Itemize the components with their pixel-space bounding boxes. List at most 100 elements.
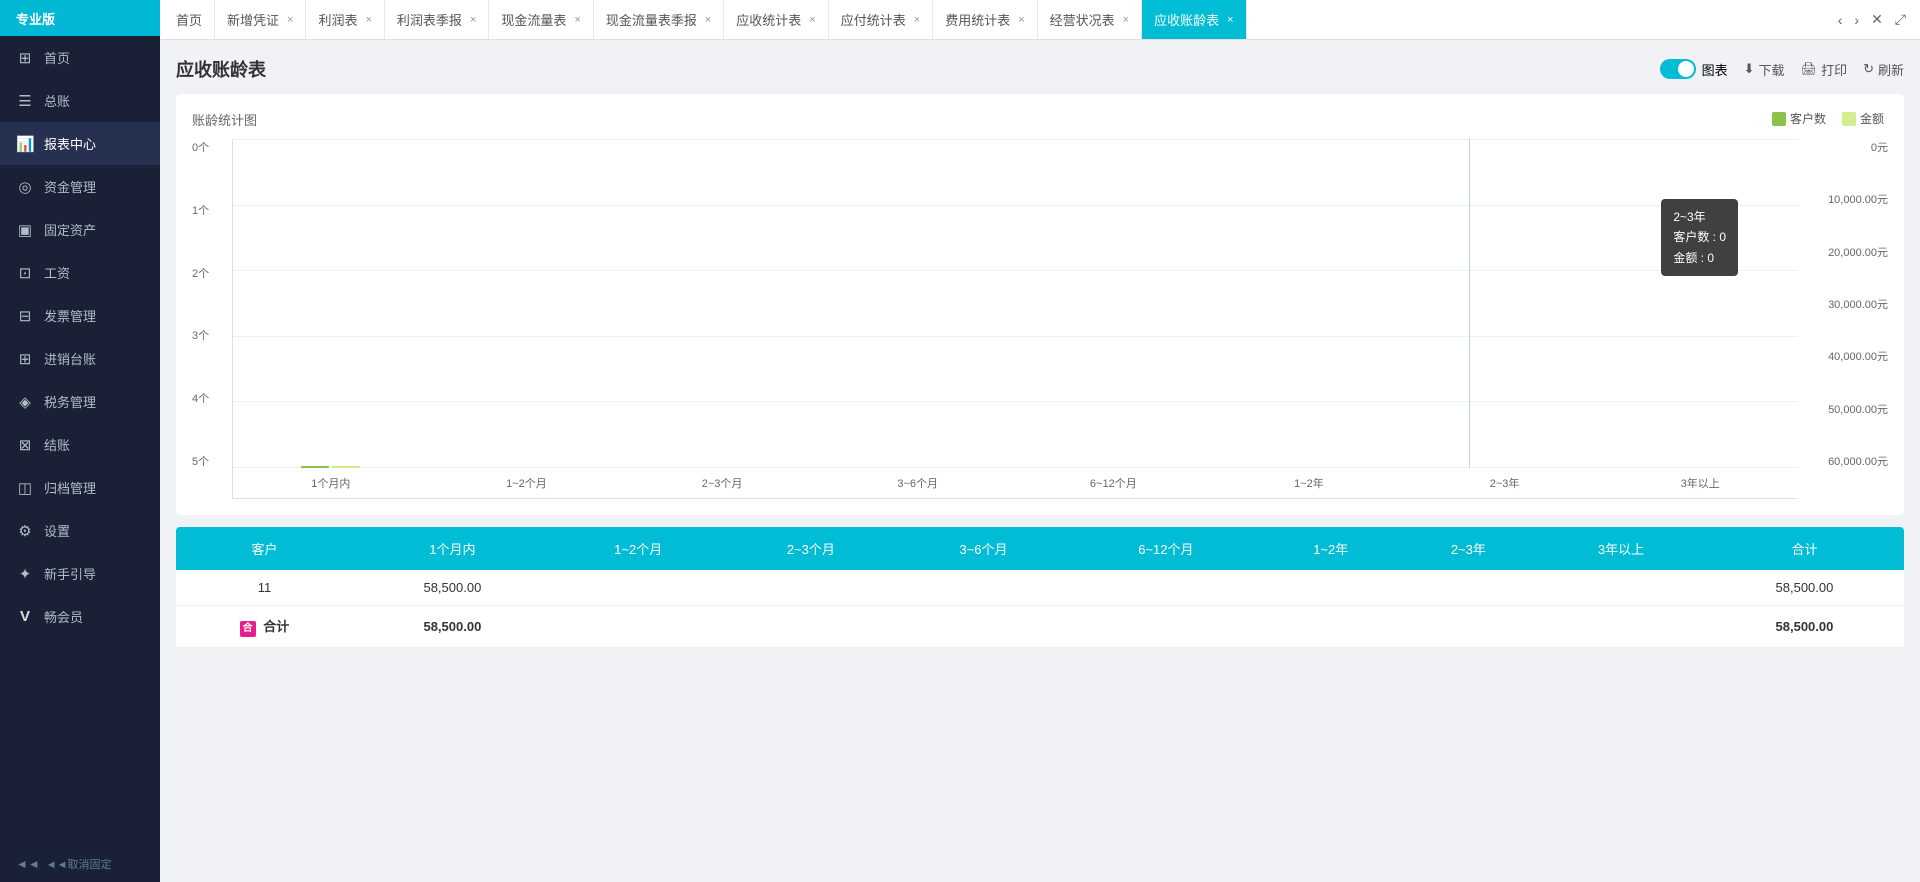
cell-y3plus (1537, 570, 1705, 606)
main-area: 首页 新增凭证 × 利润表 × 利润表季报 × 现金流量表 × 现金流量表季报 … (160, 0, 1920, 882)
sidebar-item-ledger[interactable]: ☰ 总账 (0, 79, 160, 122)
sidebar-item-vip[interactable]: V 畅会员 (0, 595, 160, 638)
chart-toggle[interactable]: 图表 (1660, 59, 1728, 79)
tab-next-btn[interactable]: › (1850, 10, 1863, 30)
table-header-row: 客户 1个月内 1~2个月 2~3个月 3~6个月 6~12个月 1~2年 2~… (176, 527, 1904, 570)
total-y3 (1400, 606, 1538, 648)
total-y3plus (1537, 606, 1705, 648)
sidebar-collapse-btn[interactable]: ◄◄ ◄◄取消固定 (0, 846, 160, 882)
toggle-thumb (1678, 61, 1694, 77)
cell-y3 (1400, 570, 1538, 606)
sidebar-item-settle[interactable]: ⊠ 结账 (0, 423, 160, 466)
ledger-icon: ☰ (16, 92, 34, 110)
tab-home-label: 首页 (176, 10, 202, 29)
assets-icon: ▣ (16, 221, 34, 239)
total-total: 58,500.00 (1705, 606, 1904, 648)
sidebar-label-settle: 结账 (44, 435, 70, 454)
guide-icon: ✦ (16, 565, 34, 583)
tab-ap-stat[interactable]: 应付统计表 × (829, 0, 933, 39)
y-axis-right: 60,000.00元 50,000.00元 40,000.00元 30,000.… (1798, 139, 1888, 499)
tab-ar-aging-close[interactable]: × (1227, 14, 1233, 26)
settle-icon: ⊠ (16, 436, 34, 454)
tab-cashflow-close[interactable]: × (574, 14, 580, 26)
total-y2 (1262, 606, 1400, 648)
print-icon: 🖨 (1801, 61, 1818, 77)
tab-profit[interactable]: 利润表 × (306, 0, 384, 39)
table-total-row: 合 合计 58,500.00 58,500.00 (176, 606, 1904, 648)
capital-icon: ◎ (16, 178, 34, 196)
tab-home[interactable]: 首页 (164, 0, 215, 39)
x-axis: 1个月内1~2个月2~3个月3~6个月6~12个月1~2年2~3年3年以上 (233, 468, 1798, 498)
sidebar-label-vip: 畅会员 (44, 607, 83, 626)
tab-ar-stat-label: 应收统计表 (736, 10, 801, 29)
tab-expense-stat[interactable]: 费用统计表 × (933, 0, 1037, 39)
tab-ap-stat-label: 应付统计表 (841, 10, 906, 29)
total-m12 (1070, 606, 1262, 648)
total-text: 合计 (263, 619, 289, 634)
archive-icon: ◫ (16, 479, 34, 497)
tab-expand-btn[interactable]: ⤢ (1891, 9, 1910, 30)
sidebar-label-capital: 资金管理 (44, 177, 96, 196)
tab-operation-close[interactable]: × (1123, 14, 1129, 26)
tab-bar: 首页 新增凭证 × 利润表 × 利润表季报 × 现金流量表 × 现金流量表季报 … (160, 0, 1920, 40)
x-label-2: 2~3个月 (624, 468, 820, 498)
sidebar-item-guide[interactable]: ✦ 新手引导 (0, 552, 160, 595)
tab-ap-stat-close[interactable]: × (914, 14, 920, 26)
tab-voucher[interactable]: 新增凭证 × (215, 0, 306, 39)
tab-cashflow[interactable]: 现金流量表 × (489, 0, 593, 39)
legend-amount-dot (1842, 112, 1856, 126)
sidebar-item-capital[interactable]: ◎ 资金管理 (0, 165, 160, 208)
tab-expense-stat-close[interactable]: × (1018, 14, 1024, 26)
tab-profit-quarter-label: 利润表季报 (397, 10, 462, 29)
cell-total: 58,500.00 (1705, 570, 1904, 606)
cell-m3 (725, 570, 898, 606)
sidebar-item-tax[interactable]: ◈ 税务管理 (0, 380, 160, 423)
sidebar-item-archive[interactable]: ◫ 归档管理 (0, 466, 160, 509)
sidebar-item-report[interactable]: 📊 报表中心 (0, 122, 160, 165)
total-m6 (897, 606, 1070, 648)
cell-m12 (1070, 570, 1262, 606)
refresh-btn[interactable]: ↻ 刷新 (1863, 60, 1904, 79)
tab-profit-quarter-close[interactable]: × (470, 14, 476, 26)
tab-operation-label: 经营状况表 (1050, 10, 1115, 29)
tab-cashflow-quarter[interactable]: 现金流量表季报 × (594, 0, 724, 39)
download-icon: ⬇ (1744, 61, 1755, 77)
tab-profit-close[interactable]: × (365, 14, 371, 26)
tab-cashflow-label: 现金流量表 (501, 10, 566, 29)
tab-voucher-label: 新增凭证 (227, 10, 279, 29)
tab-close-all-btn[interactable]: ✕ (1867, 9, 1887, 30)
x-label-6: 2~3年 (1407, 468, 1603, 498)
chart-container: 账龄统计图 客户数 金额 5个 4个 3个 2个 1个 (176, 94, 1904, 515)
report-icon: 📊 (16, 135, 34, 153)
cell-m2 (552, 570, 725, 606)
sidebar-item-salary[interactable]: ⊡ 工资 (0, 251, 160, 294)
total-m3 (725, 606, 898, 648)
download-btn[interactable]: ⬇ 下载 (1744, 60, 1785, 79)
vip-icon: V (16, 608, 34, 625)
tab-profit-quarter[interactable]: 利润表季报 × (385, 0, 489, 39)
col-y3plus: 3年以上 (1537, 527, 1705, 570)
tab-prev-btn[interactable]: ‹ (1834, 10, 1847, 30)
toggle-track[interactable] (1660, 59, 1696, 79)
sidebar-label-tax: 税务管理 (44, 392, 96, 411)
page-content: 应收账龄表 图表 ⬇ 下载 🖨 打印 ↻ 刷新 (160, 40, 1920, 882)
sidebar-label-home: 首页 (44, 48, 70, 67)
print-btn[interactable]: 🖨 打印 (1801, 60, 1848, 79)
tab-operation[interactable]: 经营状况表 × (1038, 0, 1142, 39)
tab-ar-aging[interactable]: 应收账龄表 × (1142, 0, 1246, 39)
sidebar-item-home[interactable]: ⊞ 首页 (0, 36, 160, 79)
sidebar-item-settings[interactable]: ⚙ 设置 (0, 509, 160, 552)
sidebar-item-sales[interactable]: ⊞ 进销台账 (0, 337, 160, 380)
sidebar-item-assets[interactable]: ▣ 固定资产 (0, 208, 160, 251)
tab-ar-stat-close[interactable]: × (809, 14, 815, 26)
tab-cashflow-quarter-close[interactable]: × (705, 14, 711, 26)
legend-customers-dot (1772, 112, 1786, 126)
total-m2 (552, 606, 725, 648)
tab-voucher-close[interactable]: × (287, 14, 293, 26)
sidebar-item-invoice[interactable]: ⊟ 发票管理 (0, 294, 160, 337)
tab-ar-stat[interactable]: 应收统计表 × (724, 0, 828, 39)
salary-icon: ⊡ (16, 264, 34, 282)
table-row: 11 58,500.00 58,500.00 (176, 570, 1904, 606)
y-axis-left: 5个 4个 3个 2个 1个 0个 (192, 139, 232, 499)
tax-icon: ◈ (16, 393, 34, 411)
